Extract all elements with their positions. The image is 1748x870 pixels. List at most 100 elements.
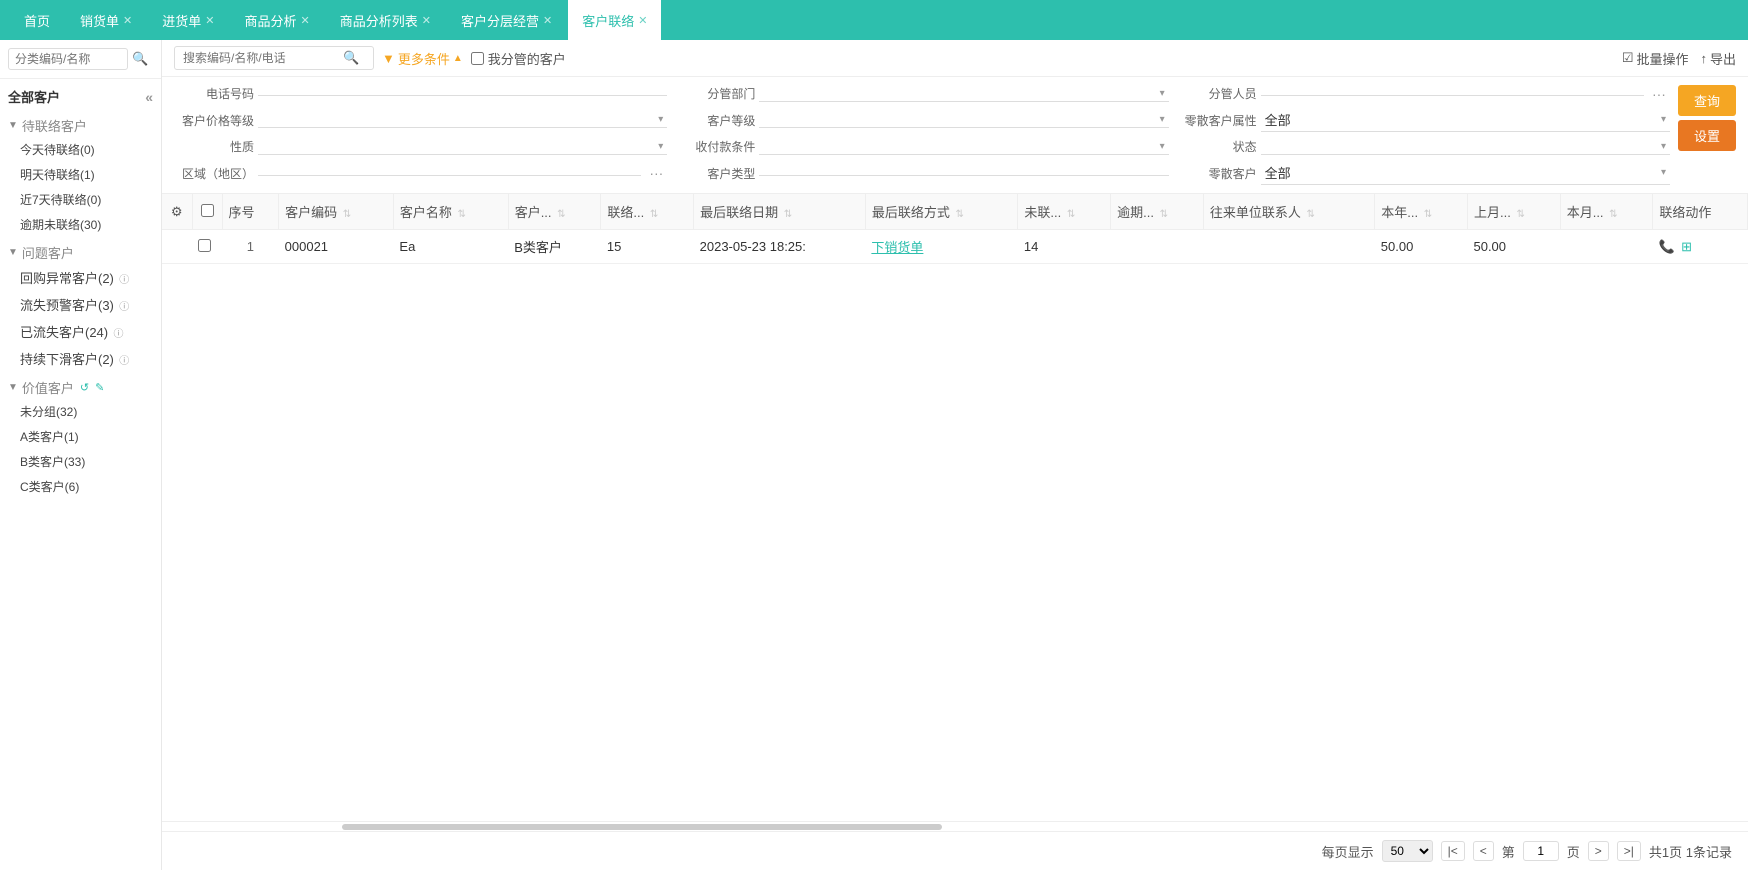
filter-more-btn[interactable]: ▼ 更多条件 ▲ <box>382 49 463 68</box>
sidebar-value-label: 价值客户 <box>22 378 74 397</box>
my-customer-checkbox-label[interactable]: 我分管的客户 <box>471 49 566 68</box>
th-seq: 序号 <box>222 194 279 230</box>
next-page-btn[interactable]: > <box>1588 841 1609 861</box>
region-more-icon[interactable]: ··· <box>645 165 667 181</box>
nav-home[interactable]: 首页 <box>10 0 64 40</box>
th-last-date[interactable]: 最后联络日期 ⇅ <box>694 194 866 230</box>
last-page-btn[interactable]: >| <box>1617 841 1641 861</box>
per-page-select[interactable]: 50 100 200 <box>1382 840 1433 862</box>
sidebar: 🔍 全部客户 « ▼ 待联络客户 今天待联络(0) 明天待联络(1) 近7天待联… <box>0 40 162 870</box>
th-gear[interactable]: ⚙ <box>162 194 192 230</box>
region-select[interactable] <box>258 171 641 176</box>
grid-action-icon[interactable]: ⊞ <box>1681 239 1692 255</box>
cell-check[interactable] <box>192 230 222 264</box>
sort-icon-name: ⇅ <box>458 209 466 220</box>
nav-close-icon[interactable]: ✕ <box>543 14 552 27</box>
value-refresh-icon[interactable]: ↺ <box>80 381 89 394</box>
phone-input[interactable] <box>258 91 667 96</box>
price-level-select[interactable]: ▾ <box>258 112 667 128</box>
value-edit-icon[interactable]: ✎ <box>95 381 104 394</box>
person-more-icon[interactable]: ··· <box>1648 86 1670 102</box>
sidebar-item-warning[interactable]: 流失预警客户(3) ⓘ <box>0 291 161 318</box>
sidebar-problem-group: ▼ 问题客户 <box>0 237 161 264</box>
horizontal-scrollbar[interactable] <box>162 821 1748 831</box>
export-label: 导出 <box>1710 49 1736 68</box>
customer-type-select[interactable] <box>759 171 1168 176</box>
status-select[interactable]: ▾ <box>1261 139 1670 155</box>
sidebar-search-input[interactable] <box>8 48 128 70</box>
th-contact[interactable]: 联络... ⇅ <box>601 194 694 230</box>
prev-page-btn[interactable]: < <box>1473 841 1494 861</box>
th-this-month[interactable]: 本月... ⇅ <box>1560 194 1653 230</box>
sidebar-item-declining[interactable]: 持续下滑客户(2) ⓘ <box>0 345 161 372</box>
cell-last-method[interactable]: 下销货单 <box>865 230 1018 264</box>
nav-close-icon[interactable]: ✕ <box>123 14 132 27</box>
nav-sales-order[interactable]: 销货单 ✕ <box>66 0 146 40</box>
page-input[interactable] <box>1523 841 1559 861</box>
th-last-method[interactable]: 最后联络方式 ⇅ <box>865 194 1018 230</box>
sidebar-item-lost[interactable]: 已流失客户(24) ⓘ <box>0 318 161 345</box>
my-customer-checkbox[interactable] <box>471 52 484 65</box>
sidebar-search-icon[interactable]: 🔍 <box>132 51 148 67</box>
person-select[interactable] <box>1261 91 1644 96</box>
th-last-month[interactable]: 上月... ⇅ <box>1467 194 1560 230</box>
batch-op-btn[interactable]: ☑ 批量操作 <box>1622 49 1689 68</box>
nav-customer-layered[interactable]: 客户分层经营 ✕ <box>447 0 566 40</box>
retail-customer-select[interactable]: 全部 ▾ <box>1261 161 1670 185</box>
select-all-checkbox[interactable] <box>201 204 214 217</box>
filter-retail-customer-col: 零散客户 全部 ▾ <box>1177 161 1670 185</box>
info-icon: ⓘ <box>113 329 123 340</box>
first-page-btn[interactable]: |< <box>1441 841 1465 861</box>
settings-btn[interactable]: 设置 <box>1678 120 1736 151</box>
last-method-link[interactable]: 下销货单 <box>871 240 923 255</box>
sidebar-item-overdue[interactable]: 逾期未联络(30) <box>0 212 161 237</box>
nav-close-icon[interactable]: ✕ <box>301 14 310 27</box>
th-this-year[interactable]: 本年... ⇅ <box>1375 194 1468 230</box>
nav-close-icon[interactable]: ✕ <box>422 14 431 27</box>
table-header-row: ⚙ 序号 客户编码 ⇅ 客户名称 ⇅ 客户... ⇅ 联络... ⇅ 最后联络日… <box>162 194 1748 230</box>
sidebar-item-a-class[interactable]: A类客户(1) <box>0 424 161 449</box>
sidebar-item-abnormal[interactable]: 回购异常客户(2) ⓘ <box>0 264 161 291</box>
nature-select[interactable]: ▾ <box>258 139 667 155</box>
th-unit-contact[interactable]: 往来单位联系人 ⇅ <box>1203 194 1374 230</box>
phone-action-icon[interactable]: 📞 <box>1659 239 1675 255</box>
search-input[interactable] <box>183 51 343 65</box>
sidebar-item-b-class[interactable]: B类客户(33) <box>0 449 161 474</box>
nav-close-icon[interactable]: ✕ <box>205 14 214 27</box>
row-checkbox[interactable] <box>198 239 211 252</box>
customer-level-select[interactable]: ▾ <box>759 112 1168 128</box>
sidebar-item-ungrouped[interactable]: 未分组(32) <box>0 399 161 424</box>
cell-this-month <box>1560 230 1653 264</box>
cell-no-contact: 14 <box>1018 230 1111 264</box>
th-type[interactable]: 客户... ⇅ <box>508 194 601 230</box>
sidebar-all-customers[interactable]: 全部客户 « <box>0 79 161 110</box>
scrollbar-thumb[interactable] <box>342 824 942 830</box>
th-check[interactable] <box>192 194 222 230</box>
payment-select[interactable]: ▾ <box>759 139 1168 155</box>
total-label: 共1页 1条记录 <box>1649 842 1732 861</box>
th-no-contact[interactable]: 未联... ⇅ <box>1018 194 1111 230</box>
search-icon[interactable]: 🔍 <box>343 50 359 66</box>
sidebar-item-today[interactable]: 今天待联络(0) <box>0 137 161 162</box>
query-btn[interactable]: 查询 <box>1678 85 1736 116</box>
nav-product-analysis-list[interactable]: 商品分析列表 ✕ <box>326 0 445 40</box>
info-icon: ⓘ <box>119 302 129 313</box>
sidebar-item-c-class[interactable]: C类客户(6) <box>0 474 161 499</box>
filter-payment-col: 收付款条件 ▾ <box>675 138 1168 155</box>
th-overdue[interactable]: 逾期... ⇅ <box>1111 194 1204 230</box>
th-name[interactable]: 客户名称 ⇅ <box>393 194 508 230</box>
filter-person-col: 分管人员 ··· <box>1177 85 1670 102</box>
sidebar-item-tomorrow[interactable]: 明天待联络(1) <box>0 162 161 187</box>
nav-purchase-order[interactable]: 进货单 ✕ <box>148 0 228 40</box>
nav-product-analysis[interactable]: 商品分析 ✕ <box>230 0 323 40</box>
th-code[interactable]: 客户编码 ⇅ <box>279 194 394 230</box>
sort-icon-this-year: ⇅ <box>1424 209 1432 220</box>
dept-select[interactable]: ▾ <box>759 86 1168 102</box>
nature-label: 性质 <box>174 138 254 155</box>
sidebar-item-7days[interactable]: 近7天待联络(0) <box>0 187 161 212</box>
nav-customer-contact[interactable]: 客户联络 ✕ <box>568 0 661 40</box>
action-icons: 📞 ⊞ <box>1659 239 1742 255</box>
export-btn[interactable]: ↑ 导出 <box>1700 49 1736 68</box>
nav-close-icon[interactable]: ✕ <box>638 14 647 27</box>
retail-attr-select[interactable]: 全部 ▾ <box>1261 108 1670 132</box>
